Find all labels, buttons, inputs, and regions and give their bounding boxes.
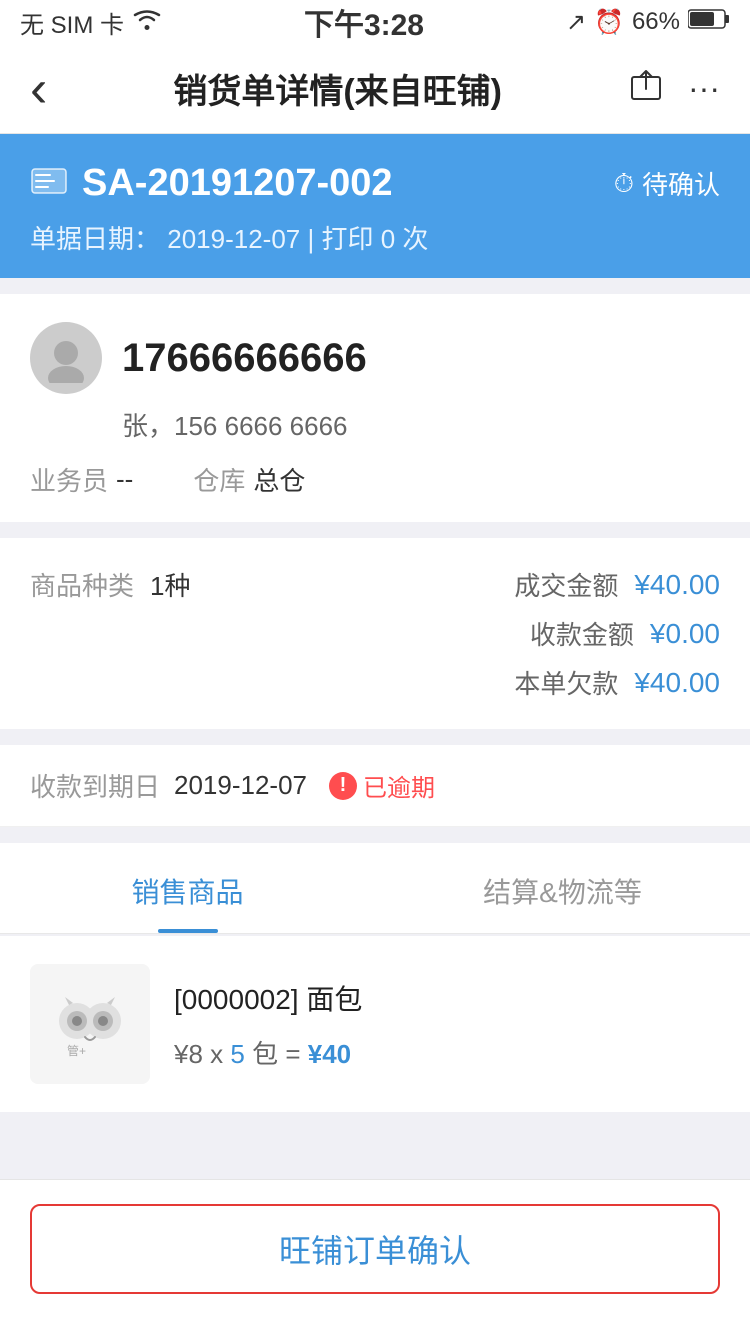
status-time: 下午3:28	[304, 0, 424, 44]
share-button[interactable]	[628, 67, 664, 111]
wangpu-confirm-button[interactable]: 旺铺订单确认	[30, 1204, 720, 1294]
product-item: 管+ [0000002] 面包 ¥8 x 5 包 = ¥40	[0, 936, 750, 1112]
product-type-label: 商品种类	[30, 566, 134, 603]
product-code: [0000002]	[174, 984, 299, 1015]
date-value: 2019-12-07	[167, 224, 300, 254]
avatar	[30, 322, 102, 394]
due-date-card: 收款到期日 2019-12-07 ! 已逾期	[0, 745, 750, 827]
order-date: 单据日期： 2019-12-07 | 打印 0 次	[30, 219, 720, 256]
overdue-text: 已逾期	[363, 768, 435, 803]
clock-icon: ⏱	[614, 168, 634, 200]
alarm-icon: ⏰	[594, 8, 624, 37]
received-amount-label: 收款金额	[530, 615, 634, 652]
order-icon	[30, 162, 68, 205]
date-label: 单据日期：	[30, 224, 160, 254]
multiply-sign: x	[210, 1039, 230, 1069]
amounts-grid: 商品种类 1种 成交金额 ¥40.00 收款金额 ¥0.00 本单欠款 ¥40.…	[30, 566, 720, 701]
product-list: 管+ [0000002] 面包 ¥8 x 5 包 = ¥40	[0, 936, 750, 1112]
tab-settlement[interactable]: 结算&物流等	[375, 843, 750, 933]
owed-amount-value: ¥40.00	[634, 667, 720, 699]
status-left: 无 SIM 卡	[20, 5, 162, 40]
deal-amount-row: 成交金额 ¥40.00	[514, 566, 720, 603]
tab-sales-goods-label: 销售商品	[131, 877, 243, 908]
nav-bar: 销货单详情(来自旺铺) ···	[0, 44, 750, 134]
amounts-right: 成交金额 ¥40.00 收款金额 ¥0.00 本单欠款 ¥40.00	[514, 566, 720, 701]
more-button[interactable]: ···	[688, 70, 720, 107]
status-bar: 无 SIM 卡 下午3:28 ↗ ⏰ 66%	[0, 0, 750, 44]
order-header-card: SA-20191207-002 ⏱ 待确认 单据日期： 2019-12-07 |…	[0, 134, 750, 278]
sales-label: 业务员	[30, 461, 108, 498]
overdue-badge: ! 已逾期	[329, 768, 435, 803]
product-unit-price: ¥8	[174, 1039, 203, 1069]
warehouse-label: 仓库	[193, 461, 245, 498]
customer-card: 17666666666 张，156 6666 6666 业务员 -- 仓库 总仓	[0, 294, 750, 522]
equals-sign: =	[285, 1039, 307, 1069]
tab-settlement-label: 结算&物流等	[483, 877, 642, 908]
order-id-row: SA-20191207-002 ⏱ 待确认	[30, 162, 720, 205]
owed-amount-row: 本单欠款 ¥40.00	[514, 664, 720, 701]
order-id-text: SA-20191207-002	[82, 162, 393, 205]
product-qty-unit: 包	[252, 1039, 278, 1069]
product-qty: 5	[230, 1039, 244, 1069]
order-status: ⏱ 待确认	[614, 165, 720, 202]
product-total: ¥40	[308, 1039, 351, 1069]
tabs-container: 销售商品 结算&物流等	[0, 843, 750, 934]
order-id: SA-20191207-002	[30, 162, 393, 205]
back-button[interactable]	[30, 59, 47, 119]
bottom-bar: 旺铺订单确认	[0, 1179, 750, 1334]
product-type-value: 1种	[150, 566, 190, 603]
no-sim-text: 无 SIM 卡	[20, 5, 124, 40]
warehouse-value: 总仓	[253, 461, 305, 498]
due-date-label: 收款到期日	[30, 767, 160, 804]
print-count: 0	[381, 224, 395, 254]
status-text: 待确认	[642, 165, 720, 202]
product-info: [0000002] 面包 ¥8 x 5 包 = ¥40	[174, 978, 720, 1071]
product-name: [0000002] 面包	[174, 978, 720, 1018]
due-date-value: 2019-12-07	[174, 770, 307, 801]
product-thumbnail: 管+	[30, 964, 150, 1084]
received-amount-row: 收款金额 ¥0.00	[530, 615, 720, 652]
customer-name: 张，156 6666 6666	[122, 406, 720, 443]
product-price: ¥8 x 5 包 = ¥40	[174, 1034, 720, 1071]
deal-amount-value: ¥40.00	[634, 569, 720, 601]
customer-meta: 业务员 -- 仓库 总仓	[30, 461, 720, 498]
received-amount-value: ¥0.00	[650, 618, 720, 650]
location-icon: ↗	[566, 8, 586, 37]
tab-sales-goods[interactable]: 销售商品	[0, 843, 375, 933]
nav-actions: ···	[628, 67, 720, 111]
amounts-card: 商品种类 1种 成交金额 ¥40.00 收款金额 ¥0.00 本单欠款 ¥40.…	[0, 538, 750, 729]
overdue-icon: !	[329, 772, 357, 800]
battery-text: 66%	[632, 8, 680, 36]
svg-text:管+: 管+	[67, 1043, 86, 1058]
wifi-icon	[132, 8, 162, 37]
customer-top: 17666666666	[30, 322, 720, 394]
deal-amount-label: 成交金额	[514, 566, 618, 603]
owed-amount-label: 本单欠款	[514, 664, 618, 701]
page-title: 销货单详情(来自旺铺)	[173, 64, 502, 113]
customer-phone: 17666666666	[122, 336, 367, 381]
battery-icon	[688, 8, 730, 37]
status-right: ↗ ⏰ 66%	[566, 8, 730, 37]
print-unit: 次	[402, 224, 428, 254]
product-type-section: 商品种类 1种	[30, 566, 514, 603]
sales-value: --	[116, 464, 133, 495]
product-name-text: 面包	[306, 984, 362, 1015]
